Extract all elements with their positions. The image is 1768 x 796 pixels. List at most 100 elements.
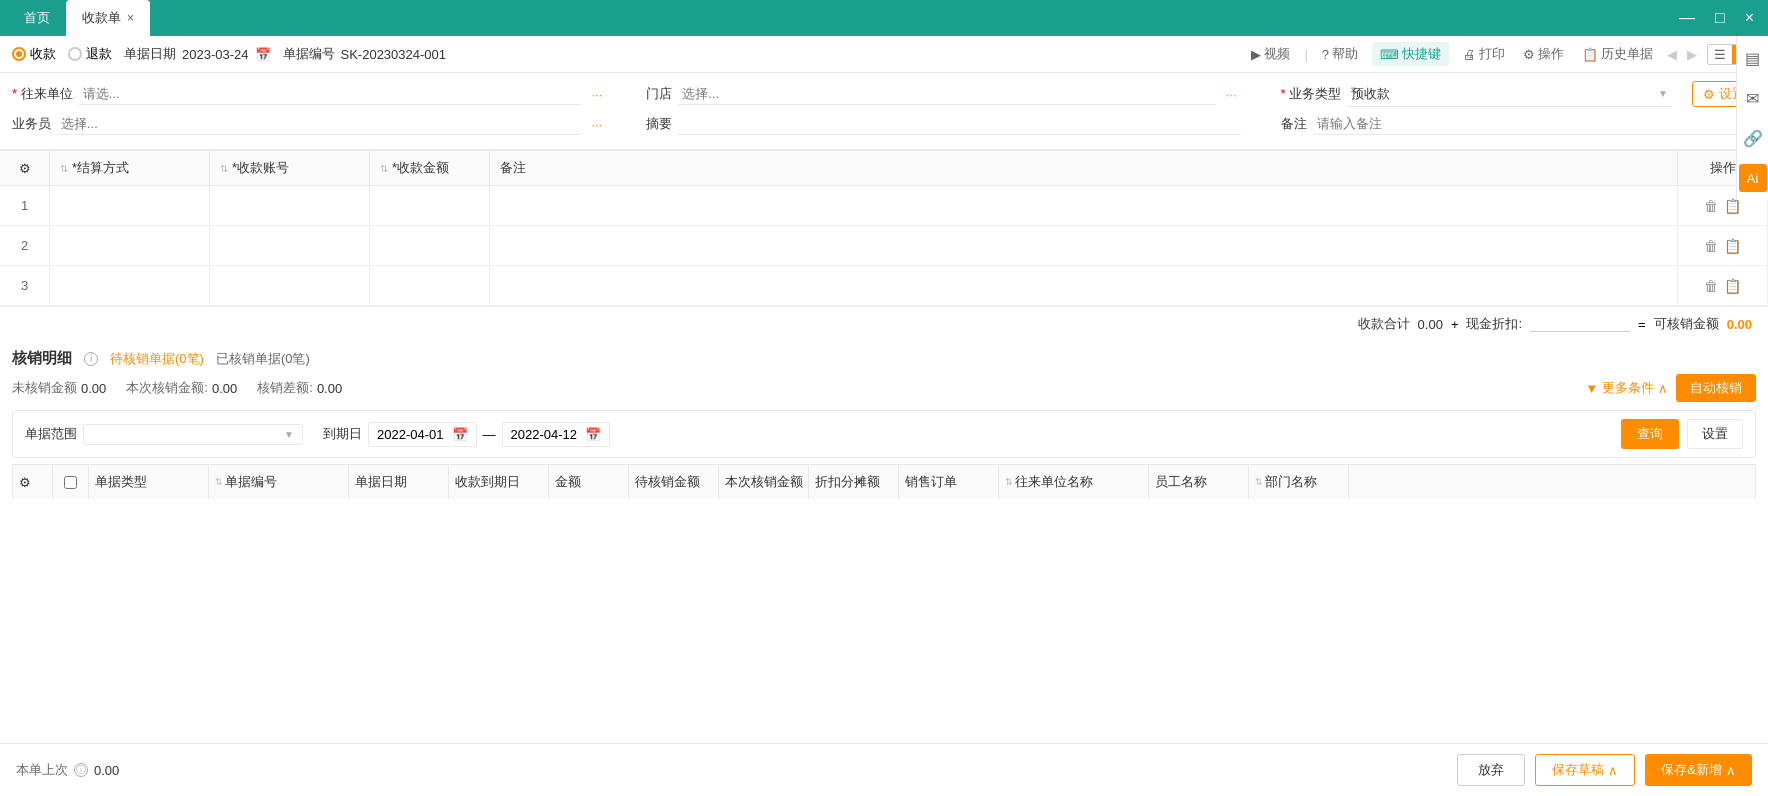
date-label: 单据日期 xyxy=(355,473,407,491)
bth-gear[interactable]: ⚙ xyxy=(13,465,53,499)
bth-thisver: 本次核销金额 xyxy=(719,465,809,499)
docno-value[interactable]: SK-20230324-001 xyxy=(341,47,447,62)
print-button[interactable]: 🖨 打印 xyxy=(1459,43,1509,65)
this-ver-stat: 本次核销金额: 0.00 xyxy=(126,379,237,397)
footer: 本单上次 ⓘ 0.00 放弃 保存草稿 ∧ 保存&新增 ∧ xyxy=(0,743,1768,796)
row-1-remark[interactable] xyxy=(490,186,1678,225)
operation-button[interactable]: ⚙ 操作 xyxy=(1519,43,1568,65)
verif-info-icon[interactable]: i xyxy=(84,352,98,366)
range-label: 单据范围 xyxy=(25,425,77,443)
pending-tab[interactable]: 待核销单据(0笔) xyxy=(110,350,204,368)
row-1-amount[interactable] xyxy=(370,186,490,225)
account-sort-icon[interactable]: ⇅ xyxy=(220,163,228,174)
select-all-checkbox[interactable] xyxy=(64,476,77,489)
verif-settings-button[interactable]: 设置 xyxy=(1687,419,1743,449)
bth-no-sort[interactable]: ⇅ xyxy=(215,477,223,487)
bth-salesorder: 销售订单 xyxy=(899,465,999,499)
sidebar-clip-icon[interactable]: 🔗 xyxy=(1739,124,1767,152)
minimize-button[interactable]: — xyxy=(1673,7,1701,29)
partner-input[interactable] xyxy=(79,83,582,105)
note-input[interactable] xyxy=(1313,113,1756,135)
window-controls: — □ × xyxy=(1673,7,1760,29)
row-3-amount[interactable] xyxy=(370,266,490,305)
sidebar-ai-icon[interactable]: Ai xyxy=(1739,164,1767,192)
radio-refund[interactable]: 退款 xyxy=(68,45,112,63)
business-dropdown-icon: ▼ xyxy=(1658,88,1668,99)
row-3-remark[interactable] xyxy=(490,266,1678,305)
tab-close-icon[interactable]: × xyxy=(127,11,134,25)
list-view-button[interactable]: ☰ xyxy=(1708,45,1732,64)
auto-verify-button[interactable]: 自动核销 xyxy=(1676,374,1756,402)
store-input[interactable] xyxy=(678,83,1215,105)
toolbar-right: ▶ 视频 | ? 帮助 ⌨ 快捷键 🖨 打印 ⚙ 操作 xyxy=(1247,42,1756,66)
business-select[interactable]: 预收款 ▼ xyxy=(1347,82,1672,107)
calendar-icon[interactable]: 📅 xyxy=(255,47,271,62)
close-button[interactable]: × xyxy=(1739,7,1760,29)
date-value[interactable]: 2023-03-24 xyxy=(182,47,249,62)
bth-partner-sort[interactable]: ⇅ xyxy=(1005,477,1013,487)
amount-sort-icon[interactable]: ⇅ xyxy=(380,163,388,174)
row-2-delete-icon[interactable]: 🗑 xyxy=(1704,238,1718,254)
history-button[interactable]: 📋 历史单据 xyxy=(1578,43,1657,65)
shortcut-button[interactable]: ⌨ 快捷键 xyxy=(1372,42,1449,66)
row-1-settle[interactable] xyxy=(50,186,210,225)
prev-info-icon[interactable]: ⓘ xyxy=(74,763,88,777)
row-2-account[interactable] xyxy=(210,226,370,265)
verif-stats-and-actions: 未核销金额 0.00 本次核销金额: 0.00 核销差额: 0.00 ▼ 更多条… xyxy=(12,374,1756,402)
radio-refund-label: 退款 xyxy=(86,45,112,63)
bth-partner: ⇅ 往来单位名称 xyxy=(999,465,1149,499)
unverified-label: 未核销金额 xyxy=(12,379,77,397)
video-button[interactable]: ▶ 视频 xyxy=(1247,43,1294,65)
row-2-remark[interactable] xyxy=(490,226,1678,265)
save-new-label: 保存&新增 xyxy=(1661,761,1722,779)
row-2-copy-icon[interactable]: 📋 xyxy=(1724,238,1741,254)
row-3-copy-icon[interactable]: 📋 xyxy=(1724,278,1741,294)
staff-more-icon[interactable]: ··· xyxy=(587,117,606,132)
staff-input[interactable] xyxy=(57,113,581,135)
date-end-picker[interactable]: 2022-04-12 📅 xyxy=(502,422,611,447)
row-2-action: 🗑 📋 xyxy=(1678,226,1768,265)
th-gear[interactable]: ⚙ xyxy=(0,151,50,185)
maximize-button[interactable]: □ xyxy=(1709,7,1731,29)
prev-nav-icon[interactable]: ▶ xyxy=(1687,47,1697,62)
sidebar-table-icon[interactable]: ▤ xyxy=(1739,44,1767,72)
verifiable-value: 0.00 xyxy=(1727,317,1752,332)
save-draft-button[interactable]: 保存草稿 ∧ xyxy=(1535,754,1635,786)
row-2-settle[interactable] xyxy=(50,226,210,265)
query-button[interactable]: 查询 xyxy=(1621,419,1679,449)
row-3-settle[interactable] xyxy=(50,266,210,305)
bth-date: 单据日期 xyxy=(349,465,449,499)
shortcut-label: 快捷键 xyxy=(1402,45,1441,63)
row-3-account[interactable] xyxy=(210,266,370,305)
footer-right: 放弃 保存草稿 ∧ 保存&新增 ∧ xyxy=(1457,754,1752,786)
filter-icon: ▼ xyxy=(1585,381,1598,396)
radio-receive[interactable]: 收款 xyxy=(12,45,56,63)
amount-label: *收款金额 xyxy=(392,159,449,177)
store-more-icon[interactable]: ··· xyxy=(1222,87,1241,102)
range-select[interactable]: ▼ xyxy=(83,424,303,445)
discount-input[interactable] xyxy=(1530,316,1630,332)
note-field: 备注 xyxy=(1281,113,1756,135)
date-start-picker[interactable]: 2022-04-01 📅 xyxy=(368,422,477,447)
row-3-delete-icon[interactable]: 🗑 xyxy=(1704,278,1718,294)
partner-more-icon[interactable]: ··· xyxy=(587,87,606,102)
row-1-account[interactable] xyxy=(210,186,370,225)
summary-label: 摘要 xyxy=(646,115,672,133)
more-conditions-button[interactable]: ▼ 更多条件 ∧ xyxy=(1585,379,1668,397)
tab-receive[interactable]: 收款单 × xyxy=(66,0,150,36)
sidebar-email-icon[interactable]: ✉ xyxy=(1739,84,1767,112)
row-1-delete-icon[interactable]: 🗑 xyxy=(1704,198,1718,214)
row-2-amount[interactable] xyxy=(370,226,490,265)
calendar-end-icon: 📅 xyxy=(585,427,601,442)
done-tab[interactable]: 已核销单据(0笔) xyxy=(216,350,310,368)
summary-input[interactable] xyxy=(678,113,1240,135)
help-button[interactable]: ? 帮助 xyxy=(1318,43,1362,65)
form-row-2: 业务员 ··· 摘要 备注 xyxy=(12,113,1756,135)
staff-field: 业务员 ··· xyxy=(12,113,606,135)
settle-sort-icon[interactable]: ⇅ xyxy=(60,163,68,174)
abandon-button[interactable]: 放弃 xyxy=(1457,754,1525,786)
tab-home[interactable]: 首页 xyxy=(8,0,66,36)
save-new-button[interactable]: 保存&新增 ∧ xyxy=(1645,754,1752,786)
total-value: 0.00 xyxy=(1418,317,1443,332)
bth-dept-sort[interactable]: ⇅ xyxy=(1255,477,1263,487)
